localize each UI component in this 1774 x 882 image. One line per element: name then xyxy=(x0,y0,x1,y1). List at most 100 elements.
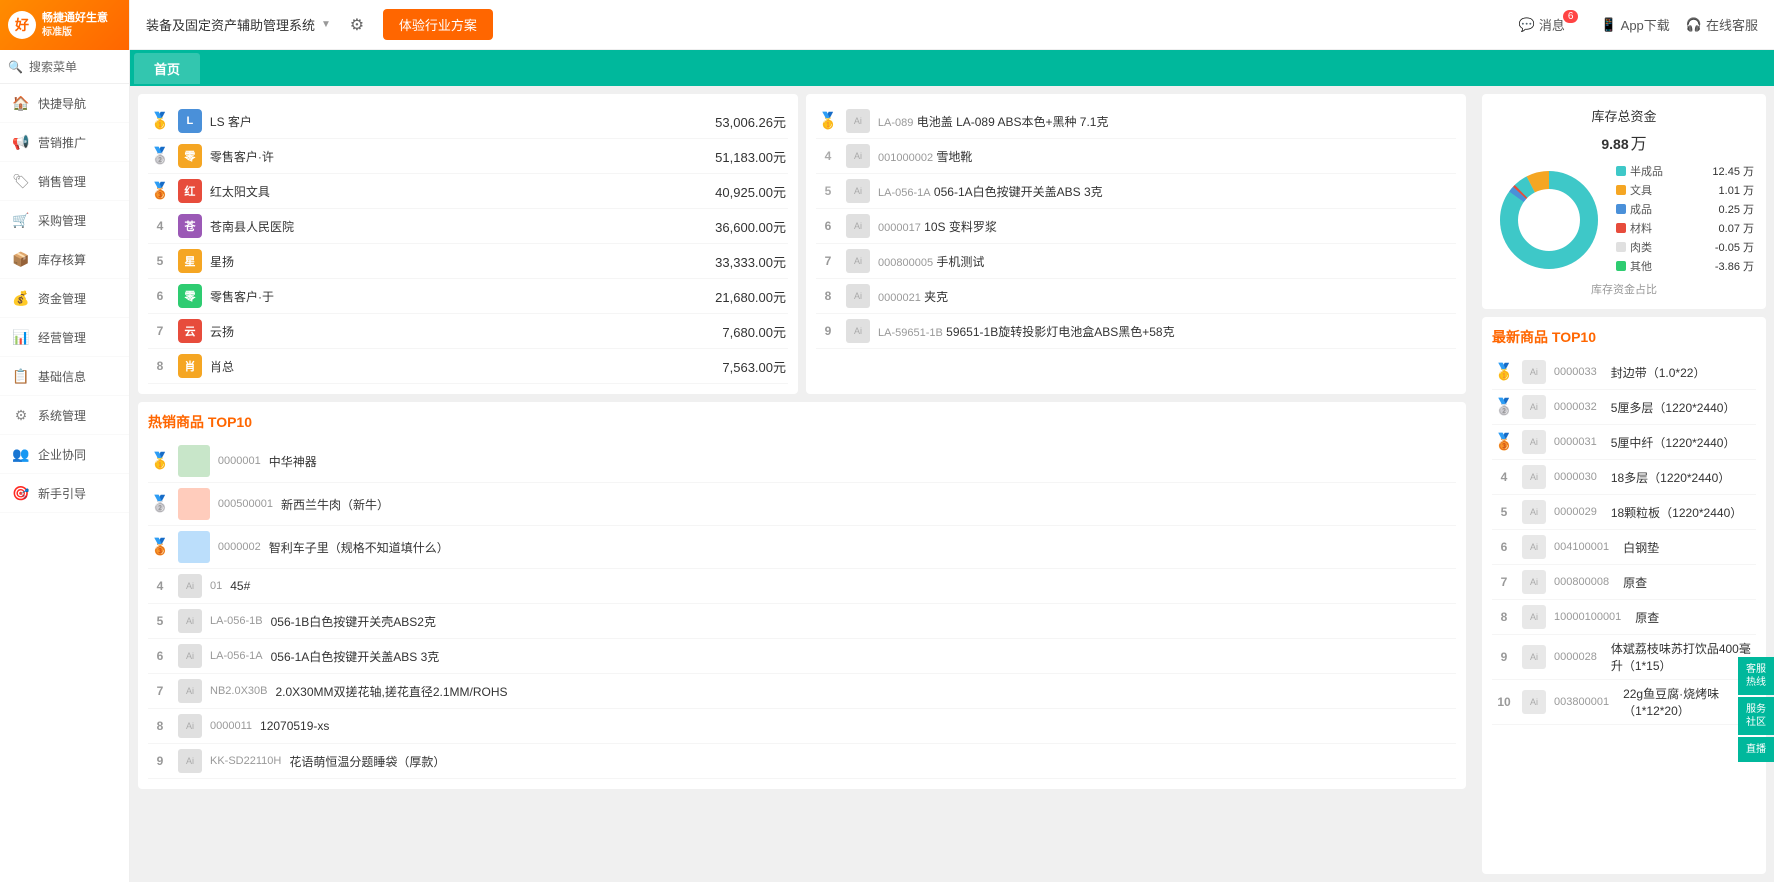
customer-rank-item[interactable]: 🥉 红 红太阳文具 40,925.00元 xyxy=(148,174,788,209)
hot-product-item[interactable]: 6 Ai LA-056-1A 056-1A白色按键开关盖ABS 3克 xyxy=(148,639,1456,674)
settings-button[interactable]: ⚙ xyxy=(343,11,371,39)
product-rank-item[interactable]: 9 Ai LA-59651-1B 59651-1B旋转投影灯电池盒ABS黑色+5… xyxy=(816,314,1456,349)
inventory-donut-chart xyxy=(1494,165,1604,275)
product-info: 0000017 10S 变料罗浆 xyxy=(878,218,1454,235)
hot-product-item[interactable]: 🥇 0000001 中华神器 xyxy=(148,440,1456,483)
customer-badge: 云 xyxy=(178,319,202,343)
np-thumb: Ai xyxy=(1522,570,1546,594)
customer-name: 苍南县人民医院 xyxy=(210,218,707,235)
hot-product-item[interactable]: 9 Ai KK-SD22110H 花语萌恒温分题睡袋（厚款） xyxy=(148,744,1456,779)
sidebar-item-collab[interactable]: 👥 企业协同 xyxy=(0,435,129,474)
sidebar-item-quick-nav[interactable]: 🏠 快捷导航 xyxy=(0,84,129,123)
product-thumb-gray: Ai xyxy=(178,644,202,668)
purchase-icon: 🛒 xyxy=(12,211,30,229)
sidebar-item-guide[interactable]: 🎯 新手引导 xyxy=(0,474,129,513)
search-menu[interactable]: 🔍 搜索菜单 xyxy=(0,50,129,84)
customer-rank-item[interactable]: 4 苍 苍南县人民医院 36,600.00元 xyxy=(148,209,788,244)
sidebar-item-basic-info[interactable]: 📋 基础信息 xyxy=(0,357,129,396)
top-bar: 装备及固定资产辅助管理系统 ▼ ⚙ 体验行业方案 💬 消息 6 📱 App下载 … xyxy=(130,0,1774,50)
hot-product-item[interactable]: 7 Ai NB2.0X30B 2.0X30MM双搓花轴,搓花直径2.1MM/RO… xyxy=(148,674,1456,709)
sidebar-item-system[interactable]: ⚙ 系统管理 xyxy=(0,396,129,435)
np-thumb: Ai xyxy=(1522,605,1546,629)
customer-badge: 星 xyxy=(178,249,202,273)
new-product-item[interactable]: 8 Ai 10000100001 原查 xyxy=(1492,600,1756,635)
customer-rank-item[interactable]: 6 零 零售客户·于 21,680.00元 xyxy=(148,279,788,314)
sidebar-item-operations[interactable]: 📊 经营管理 xyxy=(0,318,129,357)
product-info: 0000021 夹克 xyxy=(878,288,1454,305)
np-thumb: Ai xyxy=(1522,395,1546,419)
finance-icon: 💰 xyxy=(12,289,30,307)
legend-dot xyxy=(1616,242,1626,252)
customer-rank-item[interactable]: 5 星 星扬 33,333.00元 xyxy=(148,244,788,279)
trial-button[interactable]: 体验行业方案 xyxy=(383,9,493,40)
product-rank-item[interactable]: 5 Ai LA-056-1A 056-1A白色按键开关盖ABS 3克 xyxy=(816,174,1456,209)
customer-name: 零售客户·于 xyxy=(210,288,707,305)
tab-home[interactable]: 首页 xyxy=(134,53,200,84)
sidebar-item-purchase[interactable]: 🛒 采购管理 xyxy=(0,201,129,240)
service-community-button[interactable]: 服务社区 xyxy=(1738,697,1774,735)
new-product-item[interactable]: 6 Ai 004100001 白钢垫 xyxy=(1492,530,1756,565)
new-product-item[interactable]: 5 Ai 0000029 18颗粒板（1220*2440） xyxy=(1492,495,1756,530)
sidebar-logo: 好 畅捷通好生意 标准版 xyxy=(0,0,129,50)
customer-amount: 36,600.00元 xyxy=(715,217,786,236)
hot-product-item[interactable]: 🥈 000500001 新西兰牛肉（新牛） xyxy=(148,483,1456,526)
new-products-panel: 最新商品 TOP10 🥇 Ai 0000033 封边带（1.0*22） 🥈 Ai… xyxy=(1482,317,1766,874)
np-thumb: Ai xyxy=(1522,535,1546,559)
system-selector[interactable]: 装备及固定资产辅助管理系统 ▼ xyxy=(146,15,331,34)
online-service-button[interactable]: 🎧 在线客服 xyxy=(1686,15,1758,34)
gold-medal-icon: 🥇 xyxy=(818,111,838,131)
sales-icon: 🏷 xyxy=(12,172,30,190)
inventory-legend: 半成品 12.45 万 文具 1.01 万 成品 0.25 万 xyxy=(1616,163,1754,277)
top-two-panels: 🥇 L LS 客户 53,006.26元 🥈 零 零售客户·许 51,183.0… xyxy=(138,94,1466,394)
operations-icon: 📊 xyxy=(12,328,30,346)
product-thumb-gray: Ai xyxy=(178,574,202,598)
marketing-icon: 📢 xyxy=(12,133,30,151)
hot-product-item[interactable]: 8 Ai 0000011 12070519-xs xyxy=(148,709,1456,744)
np-thumb: Ai xyxy=(1522,360,1546,384)
product-rank-item[interactable]: 6 Ai 0000017 10S 变料罗浆 xyxy=(816,209,1456,244)
np-thumb: Ai xyxy=(1522,500,1546,524)
product-image xyxy=(178,488,210,520)
product-rank-item[interactable]: 4 Ai 001000002 雪地靴 xyxy=(816,139,1456,174)
product-rank-item[interactable]: 🥇 Ai LA-089 电池盖 LA-089 ABS本色+黑种 7.1克 xyxy=(816,104,1456,139)
customer-badge: 红 xyxy=(178,179,202,203)
legend-dot xyxy=(1616,204,1626,214)
sidebar: 好 畅捷通好生意 标准版 🔍 搜索菜单 🏠 快捷导航 📢 营销推广 🏷 销售管理… xyxy=(0,0,130,882)
message-button[interactable]: 💬 消息 6 xyxy=(1519,15,1585,34)
product-rank-item[interactable]: 8 Ai 0000021 夹克 xyxy=(816,279,1456,314)
customer-rank-item[interactable]: 🥈 零 零售客户·许 51,183.00元 xyxy=(148,139,788,174)
product-image xyxy=(178,531,210,563)
hot-product-item[interactable]: 5 Ai LA-056-1B 056-1B白色按键开关壳ABS2克 xyxy=(148,604,1456,639)
silver-medal-icon: 🥈 xyxy=(150,494,170,514)
sidebar-item-inventory[interactable]: 📦 库存核算 xyxy=(0,240,129,279)
product-thumb: Ai xyxy=(846,179,870,203)
app-download-button[interactable]: 📱 App下载 xyxy=(1600,15,1669,34)
new-product-item[interactable]: 🥇 Ai 0000033 封边带（1.0*22） xyxy=(1492,355,1756,390)
inventory-panel: 库存总资金 9.88万 xyxy=(1482,94,1766,309)
new-product-item[interactable]: 🥉 Ai 0000031 5厘中纤（1220*2440） xyxy=(1492,425,1756,460)
new-product-item[interactable]: 7 Ai 000800008 原查 xyxy=(1492,565,1756,600)
hot-product-item[interactable]: 4 Ai 01 45# xyxy=(148,569,1456,604)
customer-name: 星扬 xyxy=(210,253,707,270)
new-product-item[interactable]: 9 Ai 0000028 体斌荔枝味苏打饮品400毫升（1*15） xyxy=(1492,635,1756,680)
sidebar-item-marketing[interactable]: 📢 营销推广 xyxy=(0,123,129,162)
new-product-item[interactable]: 🥈 Ai 0000032 5厘多层（1220*2440） xyxy=(1492,390,1756,425)
new-product-item[interactable]: 4 Ai 0000030 18多层（1220*2440） xyxy=(1492,460,1756,495)
customer-rank-item[interactable]: 8 肖 肖总 7,563.00元 xyxy=(148,349,788,384)
sidebar-item-sales[interactable]: 🏷 销售管理 xyxy=(0,162,129,201)
new-product-item[interactable]: 10 Ai 003800001 22g鱼豆腐·烧烤味（1*12*20） xyxy=(1492,680,1756,725)
customer-badge: 苍 xyxy=(178,214,202,238)
logo-icon: 好 xyxy=(8,11,36,39)
service-live-button[interactable]: 直播 xyxy=(1738,737,1774,762)
service-hotline-button[interactable]: 客服热线 xyxy=(1738,657,1774,695)
product-rank-item[interactable]: 7 Ai 000800005 手机测试 xyxy=(816,244,1456,279)
np-thumb: Ai xyxy=(1522,465,1546,489)
product-thumb: Ai xyxy=(846,109,870,133)
chevron-down-icon: ▼ xyxy=(321,19,331,30)
customer-amount: 53,006.26元 xyxy=(715,112,786,131)
customer-rank-item[interactable]: 7 云 云扬 7,680.00元 xyxy=(148,314,788,349)
customer-rank-item[interactable]: 🥇 L LS 客户 53,006.26元 xyxy=(148,104,788,139)
sidebar-item-finance[interactable]: 💰 资金管理 xyxy=(0,279,129,318)
silver-medal-icon: 🥈 xyxy=(1494,397,1514,417)
hot-product-item[interactable]: 🥉 0000002 智利车子里（规格不知道填什么） xyxy=(148,526,1456,569)
